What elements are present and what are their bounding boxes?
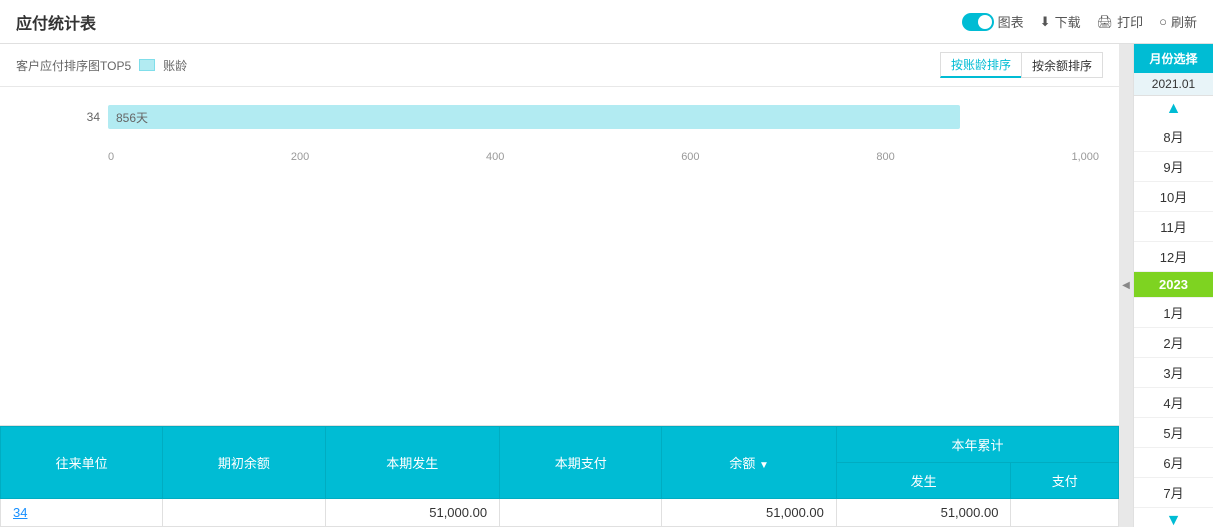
sidebar-month[interactable]: 10月 — [1134, 182, 1213, 212]
sidebar-month[interactable]: 2月 — [1134, 328, 1213, 358]
chart-row: 34 856天 — [60, 97, 1099, 137]
x-axis-label-200: 200 — [291, 151, 309, 163]
x-axis: 0 200 400 600 800 1,000 — [60, 147, 1099, 163]
bar-value: 856天 — [116, 109, 148, 126]
header-actions: 图表 ⬇ 下载 🖨 打印 ○ 刷新 — [962, 12, 1197, 31]
th-current-occurrence: 本期发生 — [325, 427, 500, 499]
th-ytd-group: 本年累计 — [836, 427, 1118, 463]
chart-area: 34 856天 0 200 400 600 800 — [0, 87, 1119, 425]
td-cell: 51,000.00 — [325, 499, 500, 527]
data-table: 往来单位 期初余额 本期发生 本期支付 余额 ▼ 本年累计 发生 — [0, 426, 1119, 527]
sidebar-month[interactable]: 2023 — [1134, 272, 1213, 298]
sidebar-month[interactable]: 6月 — [1134, 448, 1213, 478]
print-label: 打印 — [1117, 12, 1143, 31]
table-section: 往来单位 期初余额 本期发生 本期支付 余额 ▼ 本年累计 发生 — [0, 425, 1119, 527]
x-axis-label-0: 0 — [108, 151, 114, 163]
balance-label: 余额 — [729, 456, 755, 471]
header: 应付统计表 图表 ⬇ 下载 🖨 打印 ○ 刷新 — [0, 0, 1213, 44]
vendor-link[interactable]: 34 — [13, 505, 27, 520]
sidebar-up-button[interactable]: ▲ — [1134, 96, 1213, 122]
chart-legend-box-label: 账龄 — [163, 57, 187, 74]
download-label: 下载 — [1055, 12, 1081, 31]
sidebar-months: 8月9月10月11月12月20231月2月3月4月5月6月7月 — [1134, 122, 1213, 508]
sidebar-year-label[interactable]: 2021.01 — [1134, 73, 1213, 96]
sidebar-month[interactable]: 7月 — [1134, 478, 1213, 508]
chart-controls: 客户应付排序图TOP5 账龄 按账龄排序 按余额排序 — [0, 44, 1119, 87]
chart-legend: 客户应付排序图TOP5 账龄 — [16, 57, 187, 74]
download-button[interactable]: ⬇ 下载 — [1040, 12, 1081, 31]
collapse-handle[interactable]: ◀ — [1119, 44, 1133, 527]
sidebar-month[interactable]: 5月 — [1134, 418, 1213, 448]
td-cell — [500, 499, 662, 527]
sidebar-month[interactable]: 11月 — [1134, 212, 1213, 242]
td-vendor: 34 — [1, 499, 163, 527]
bar-container: 856天 — [108, 105, 1099, 129]
page-title: 应付统计表 — [16, 10, 96, 34]
sidebar: 月份选择 2021.01 ▲ 8月9月10月11月12月20231月2月3月4月… — [1133, 44, 1213, 527]
sidebar-month[interactable]: 9月 — [1134, 152, 1213, 182]
chart-legend-label: 客户应付排序图TOP5 — [16, 57, 131, 74]
x-axis-label-600: 600 — [681, 151, 699, 163]
print-icon: 🖨 — [1097, 14, 1114, 30]
refresh-icon: ○ — [1159, 14, 1167, 29]
download-icon: ⬇ — [1040, 14, 1051, 30]
table-row: 3451,000.0051,000.0051,000.00 — [1, 499, 1119, 527]
x-axis-label-1000: 1,000 — [1071, 151, 1099, 163]
refresh-label: 刷新 — [1171, 12, 1197, 31]
th-vendor: 往来单位 — [1, 427, 163, 499]
sidebar-down-button[interactable]: ▼ — [1134, 508, 1213, 527]
sidebar-month[interactable]: 4月 — [1134, 388, 1213, 418]
th-opening-balance: 期初余额 — [163, 427, 325, 499]
refresh-button[interactable]: ○ 刷新 — [1159, 12, 1197, 31]
th-ytd-payment: 支付 — [1011, 463, 1119, 499]
bar-chart: 34 856天 0 200 400 600 800 — [60, 97, 1099, 395]
sidebar-month[interactable]: 8月 — [1134, 122, 1213, 152]
main-content: 客户应付排序图TOP5 账龄 按账龄排序 按余额排序 34 856天 — [0, 44, 1213, 527]
chart-section: 客户应付排序图TOP5 账龄 按账龄排序 按余额排序 34 856天 — [0, 44, 1119, 527]
bar: 856天 — [108, 105, 960, 129]
td-cell: 51,000.00 — [836, 499, 1011, 527]
chart-toggle[interactable]: 图表 — [962, 12, 1024, 31]
sidebar-header: 月份选择 — [1134, 44, 1213, 73]
x-axis-label-800: 800 — [876, 151, 894, 163]
sort-by-balance-button[interactable]: 按余额排序 — [1021, 52, 1103, 78]
balance-filter-icon[interactable]: ▼ — [759, 460, 769, 471]
td-cell: 51,000.00 — [662, 499, 837, 527]
th-current-payment: 本期支付 — [500, 427, 662, 499]
print-button[interactable]: 🖨 打印 — [1097, 12, 1144, 31]
td-cell — [1011, 499, 1119, 527]
sidebar-month[interactable]: 12月 — [1134, 242, 1213, 272]
x-axis-label-400: 400 — [486, 151, 504, 163]
th-ytd-occurrence: 发生 — [836, 463, 1011, 499]
legend-box — [139, 59, 155, 71]
sidebar-month[interactable]: 1月 — [1134, 298, 1213, 328]
sort-by-amount-button[interactable]: 按账龄排序 — [940, 52, 1021, 78]
chart-toggle-label: 图表 — [998, 12, 1024, 31]
bar-label: 34 — [60, 110, 100, 124]
th-balance: 余额 ▼ — [662, 427, 837, 499]
sidebar-month[interactable]: 3月 — [1134, 358, 1213, 388]
toggle-switch-icon[interactable] — [962, 13, 994, 31]
td-cell — [163, 499, 325, 527]
sort-buttons: 按账龄排序 按余额排序 — [940, 52, 1103, 78]
